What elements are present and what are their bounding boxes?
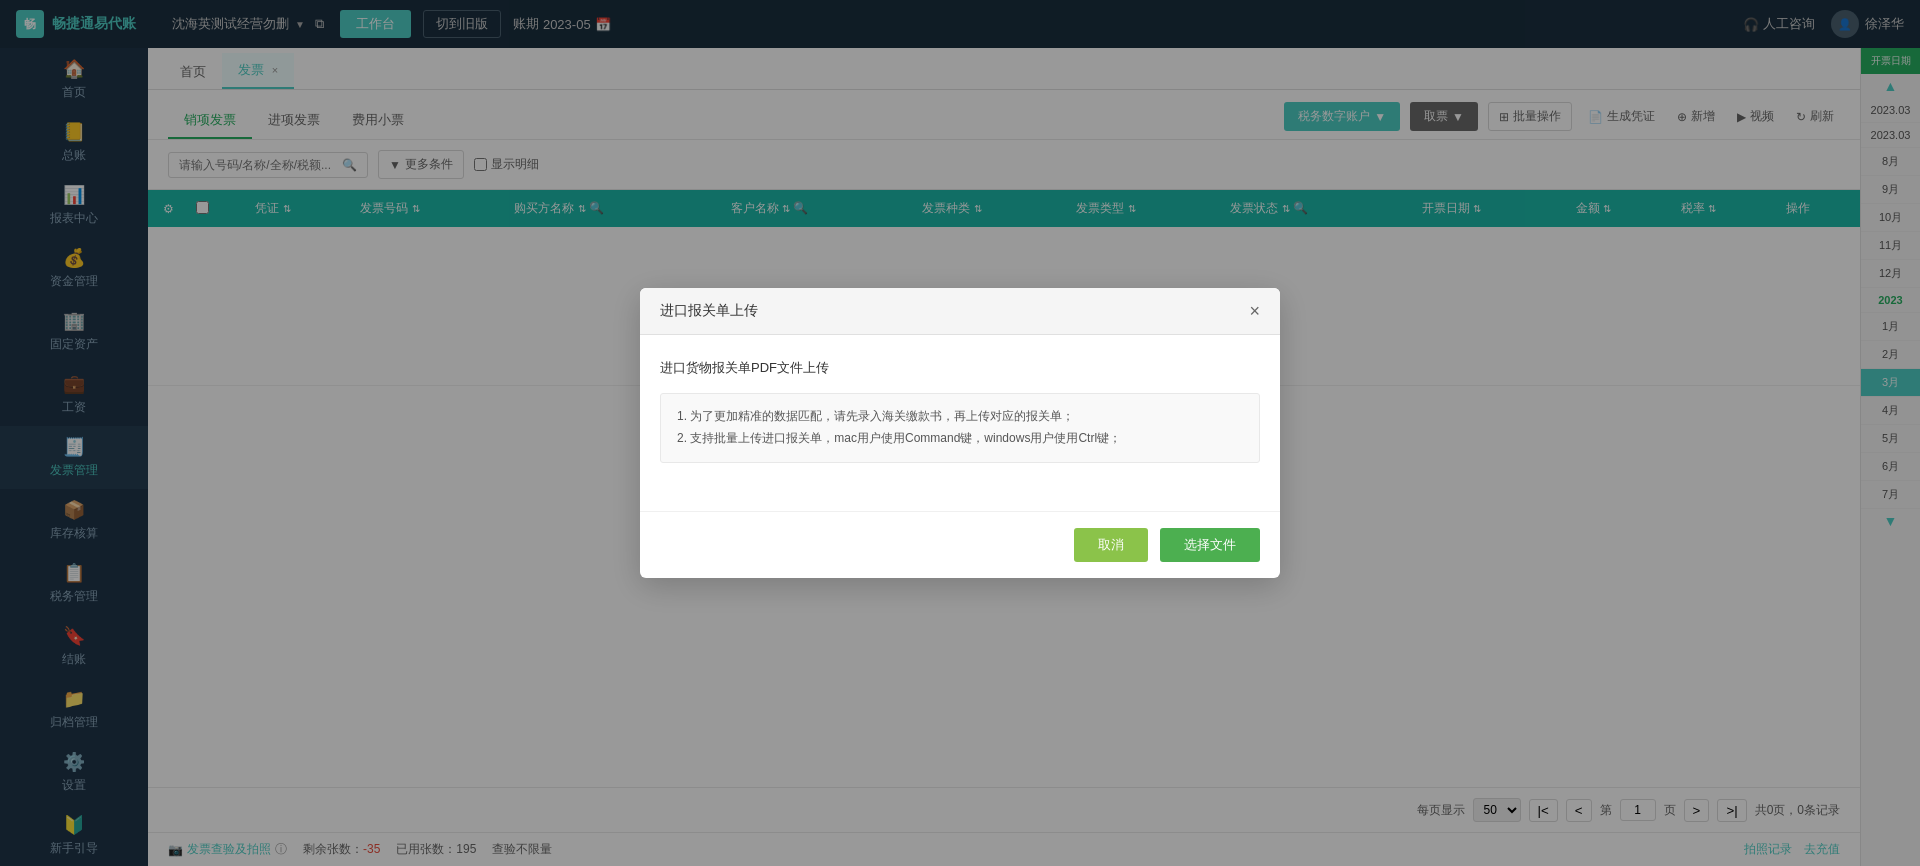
upload-notes: 1. 为了更加精准的数据匹配，请先录入海关缴款书，再上传对应的报关单； 2. 支… xyxy=(660,393,1260,462)
modal-footer: 取消 选择文件 xyxy=(640,511,1280,578)
upload-note-2: 2. 支持批量上传进口报关单，mac用户使用Command键，windows用户… xyxy=(677,428,1243,450)
upload-note-1: 1. 为了更加精准的数据匹配，请先录入海关缴款书，再上传对应的报关单； xyxy=(677,406,1243,428)
modal-overlay[interactable]: 进口报关单上传 × 进口货物报关单PDF文件上传 1. 为了更加精准的数据匹配，… xyxy=(0,0,1920,866)
modal-close-button[interactable]: × xyxy=(1249,302,1260,320)
modal-body: 进口货物报关单PDF文件上传 1. 为了更加精准的数据匹配，请先录入海关缴款书，… xyxy=(640,335,1280,510)
modal-cancel-button[interactable]: 取消 xyxy=(1074,528,1148,562)
modal-header: 进口报关单上传 × xyxy=(640,288,1280,335)
modal-select-file-button[interactable]: 选择文件 xyxy=(1160,528,1260,562)
import-customs-modal: 进口报关单上传 × 进口货物报关单PDF文件上传 1. 为了更加精准的数据匹配，… xyxy=(640,288,1280,577)
modal-title: 进口报关单上传 xyxy=(660,302,758,320)
upload-section-title: 进口货物报关单PDF文件上传 xyxy=(660,359,1260,377)
